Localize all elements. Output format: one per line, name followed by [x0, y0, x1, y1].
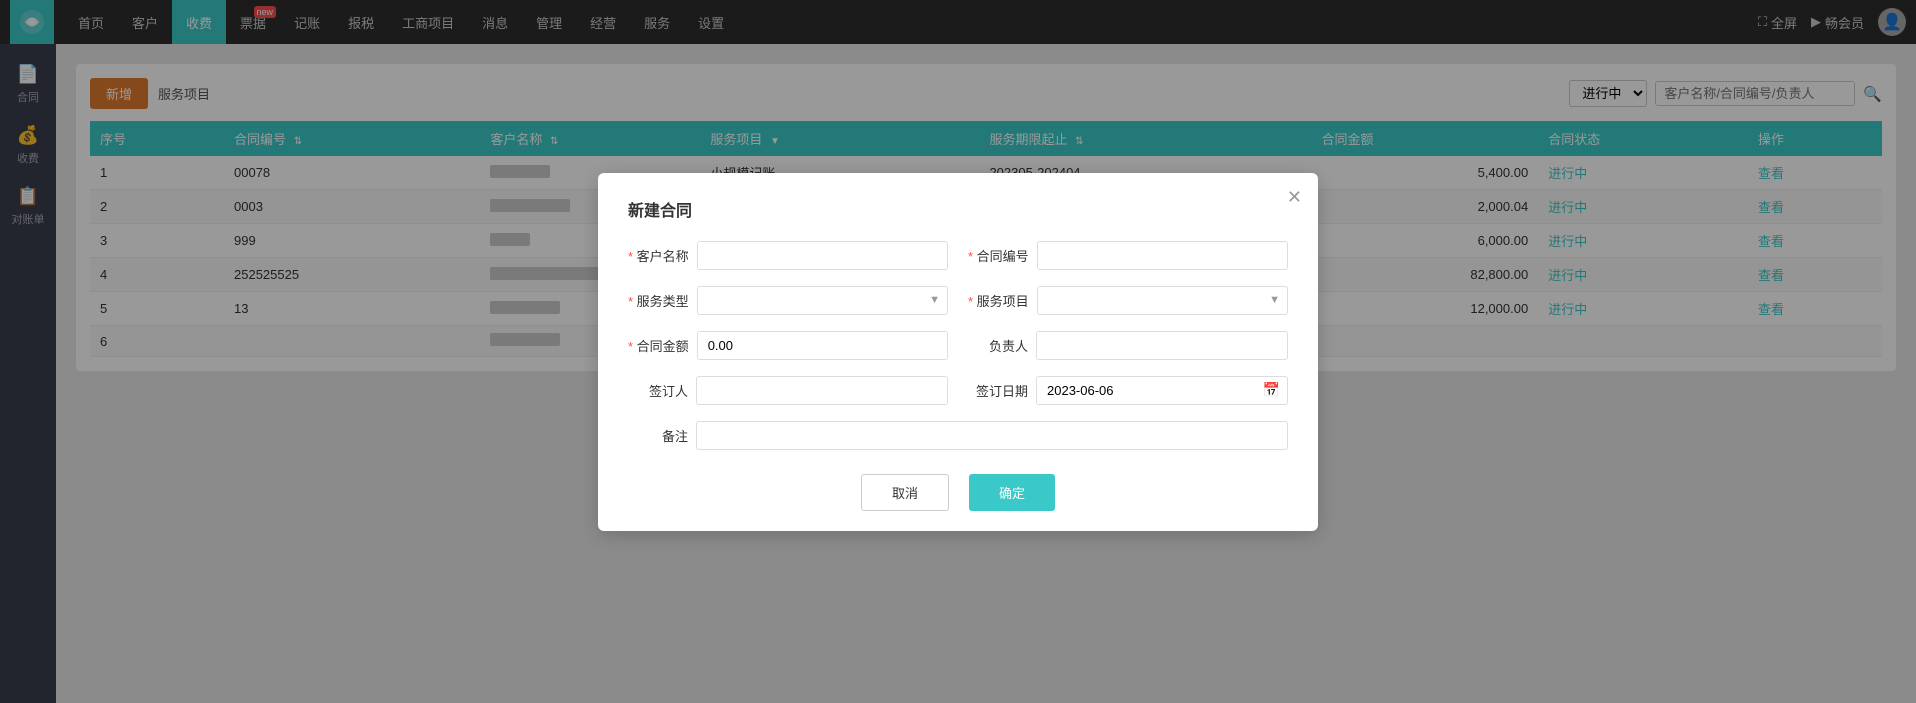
form-row-5: 备注	[628, 421, 1288, 450]
service-item-select-wrap: ▼	[1037, 286, 1288, 315]
service-type-label: 服务类型	[628, 291, 689, 310]
contract-no-input[interactable]	[1037, 241, 1288, 270]
modal-title: 新建合同	[628, 197, 1288, 221]
sign-date-wrap: 📅	[1036, 376, 1288, 405]
customer-name-input[interactable]	[697, 241, 948, 270]
form-group-service-item: 服务项目 ▼	[968, 286, 1288, 315]
form-row-2: 服务类型 ▼ 服务项目 ▼	[628, 286, 1288, 315]
service-type-select[interactable]	[697, 286, 948, 315]
form-group-remark: 备注	[628, 421, 1288, 450]
contract-amount-input[interactable]	[697, 331, 948, 360]
contract-amount-label: 合同金额	[628, 336, 689, 355]
form-group-contract-no: 合同编号	[968, 241, 1288, 270]
form-group-customer: 客户名称	[628, 241, 948, 270]
modal-close-button[interactable]: ✕	[1287, 187, 1302, 208]
service-type-select-wrap: ▼	[697, 286, 948, 315]
form-group-amount: 合同金额	[628, 331, 948, 360]
form-group-sign-date: 签订日期 📅	[968, 376, 1288, 405]
customer-name-label: 客户名称	[628, 246, 689, 265]
signer-input[interactable]	[696, 376, 948, 405]
form-group-signer: 签订人	[628, 376, 948, 405]
responsible-input[interactable]	[1036, 331, 1288, 360]
remark-input[interactable]	[696, 421, 1288, 450]
modal-footer: 取消 确定	[628, 474, 1288, 511]
form-row-3: 合同金额 负责人	[628, 331, 1288, 360]
service-item-select[interactable]	[1037, 286, 1288, 315]
new-contract-modal: 新建合同 ✕ 客户名称 合同编号 服务类型 ▼	[598, 173, 1318, 531]
contract-no-label: 合同编号	[968, 246, 1029, 265]
service-item-label: 服务项目	[968, 291, 1029, 310]
responsible-label: 负责人	[968, 336, 1028, 355]
form-row-1: 客户名称 合同编号	[628, 241, 1288, 270]
sign-date-input[interactable]	[1036, 376, 1288, 405]
signer-label: 签订人	[628, 381, 688, 400]
form-row-4: 签订人 签订日期 📅	[628, 376, 1288, 405]
confirm-button[interactable]: 确定	[969, 474, 1055, 511]
cancel-button[interactable]: 取消	[861, 474, 949, 511]
sign-date-label: 签订日期	[968, 381, 1028, 400]
remark-label: 备注	[628, 426, 688, 445]
modal-overlay[interactable]: 新建合同 ✕ 客户名称 合同编号 服务类型 ▼	[0, 0, 1916, 703]
form-group-responsible: 负责人	[968, 331, 1288, 360]
form-group-service-type: 服务类型 ▼	[628, 286, 948, 315]
